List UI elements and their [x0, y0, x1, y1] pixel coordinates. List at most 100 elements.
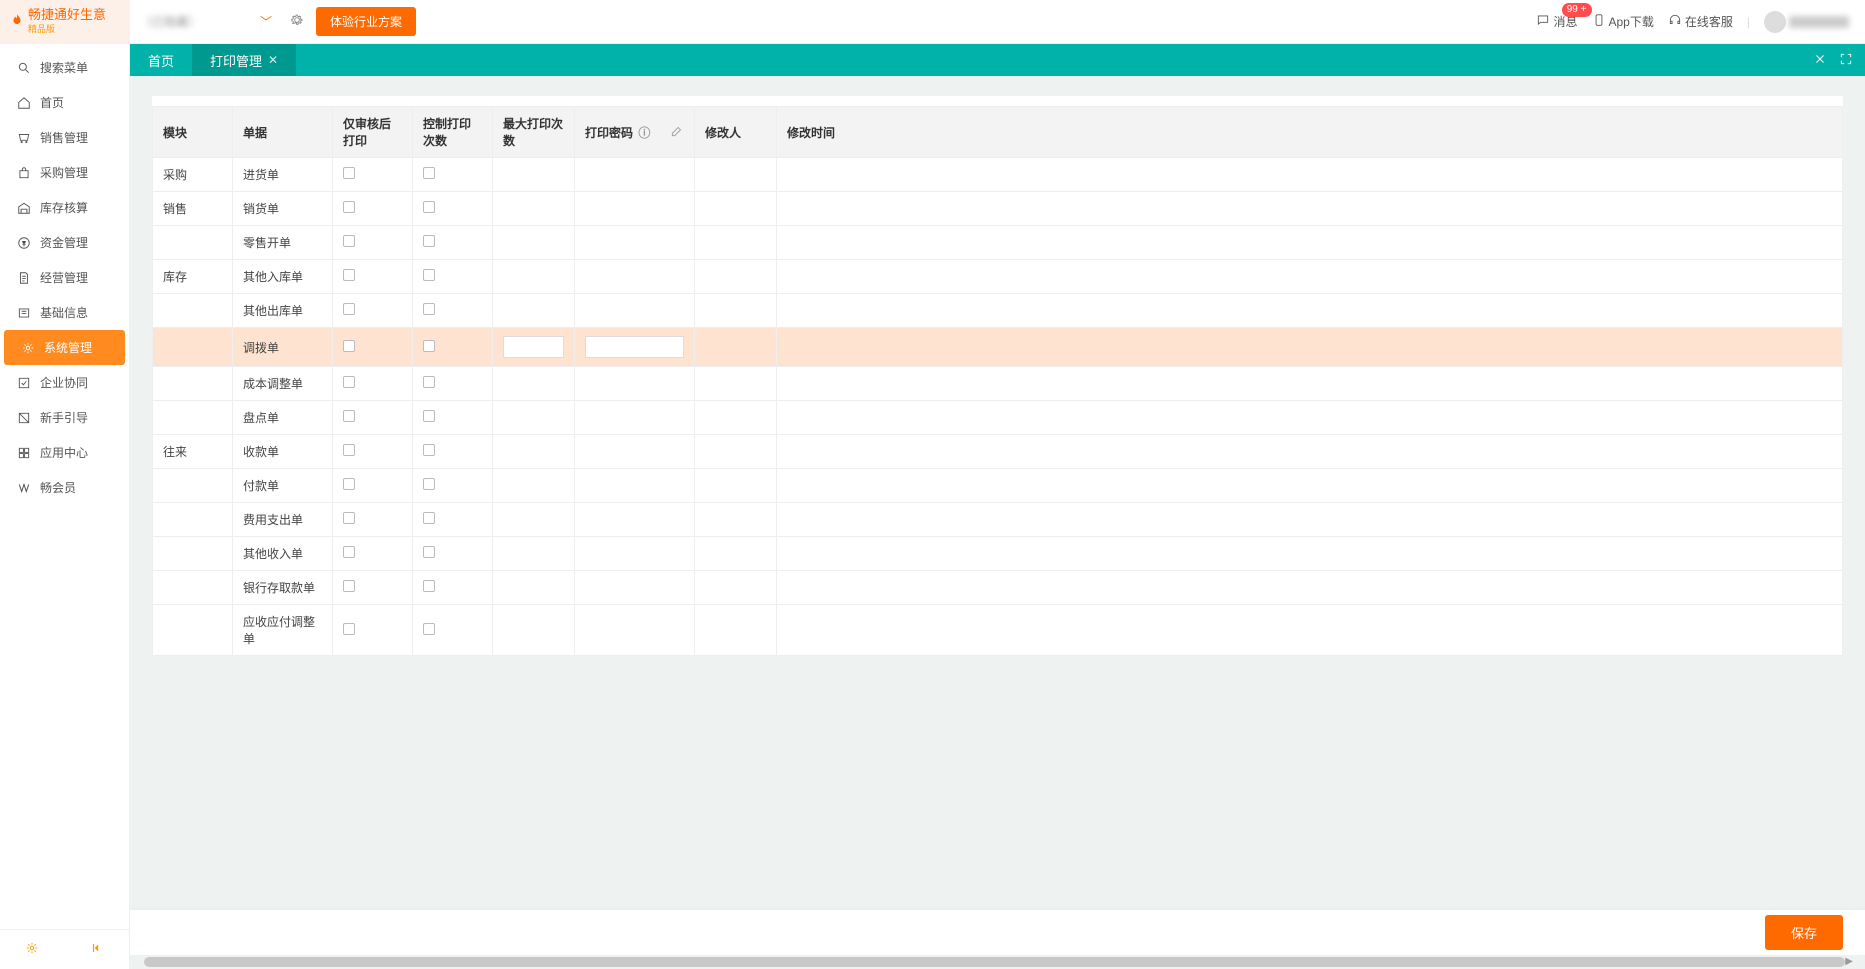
- ctrl-checkbox[interactable]: [423, 478, 435, 490]
- sidebar-item-11[interactable]: 应用中心: [0, 435, 129, 470]
- cell-modtime: [777, 192, 1843, 226]
- ctrl-checkbox[interactable]: [423, 623, 435, 635]
- sidebar-item-4[interactable]: 库存核算: [0, 190, 129, 225]
- sidebar-item-7[interactable]: 基础信息: [0, 295, 129, 330]
- audit-checkbox[interactable]: [343, 167, 355, 179]
- cell-max: [493, 294, 575, 328]
- cell-modby: [695, 158, 777, 192]
- ctrl-checkbox[interactable]: [423, 340, 435, 352]
- collapse-sidebar-icon[interactable]: [90, 941, 104, 958]
- sidebar-item-1[interactable]: 首页: [0, 85, 129, 120]
- avatar-icon: [1764, 11, 1786, 33]
- audit-checkbox[interactable]: [343, 303, 355, 315]
- cell-modtime: [777, 503, 1843, 537]
- ctrl-checkbox[interactable]: [423, 444, 435, 456]
- audit-checkbox[interactable]: [343, 410, 355, 422]
- cell-module: [153, 571, 233, 605]
- sidebar-item-0[interactable]: 搜索菜单: [0, 50, 129, 85]
- close-icon[interactable]: ✕: [268, 53, 278, 67]
- sidebar-item-10[interactable]: 新手引导: [0, 400, 129, 435]
- cell-modby: [695, 469, 777, 503]
- info-icon: [16, 306, 32, 320]
- scrollbar-thumb[interactable]: [144, 957, 1845, 967]
- cell-module: [153, 469, 233, 503]
- sidebar-item-12[interactable]: 畅会员: [0, 470, 129, 505]
- cell-doc: 其他入库单: [233, 260, 333, 294]
- cell-modtime: [777, 260, 1843, 294]
- close-all-tabs-icon[interactable]: [1813, 52, 1827, 69]
- cell-max: [493, 192, 575, 226]
- cell-ctrl: [413, 469, 493, 503]
- sidebar-item-8[interactable]: 系统管理: [4, 330, 125, 365]
- audit-checkbox[interactable]: [343, 546, 355, 558]
- user-menu[interactable]: [1764, 11, 1849, 33]
- audit-checkbox[interactable]: [343, 376, 355, 388]
- cell-doc: 银行存取款单: [233, 571, 333, 605]
- cell-modby: [695, 367, 777, 401]
- audit-checkbox[interactable]: [343, 623, 355, 635]
- cell-doc: 其他出库单: [233, 294, 333, 328]
- fullscreen-icon[interactable]: [1839, 52, 1853, 69]
- ctrl-checkbox[interactable]: [423, 269, 435, 281]
- cell-audit: [333, 401, 413, 435]
- cell-max: [493, 401, 575, 435]
- save-button[interactable]: 保存: [1765, 915, 1843, 950]
- cell-ctrl: [413, 537, 493, 571]
- audit-checkbox[interactable]: [343, 269, 355, 281]
- sidebar-item-5[interactable]: 资金管理: [0, 225, 129, 260]
- print-settings-panel: 模块 单据 仅审核后打印 控制打印次数 最大打印次数 打印密码 ⓘ: [152, 96, 1843, 656]
- ctrl-checkbox[interactable]: [423, 201, 435, 213]
- scrollbar-right-arrow-icon[interactable]: ▶: [1845, 956, 1853, 967]
- tenant-selector[interactable]: （已隐藏） ﹀: [130, 13, 282, 30]
- cell-modby: [695, 328, 777, 367]
- ctrl-checkbox[interactable]: [423, 580, 435, 592]
- sidebar-item-2[interactable]: 销售管理: [0, 120, 129, 155]
- table-row: 销售销货单: [153, 192, 1843, 226]
- cell-pwd: [575, 469, 695, 503]
- ctrl-checkbox[interactable]: [423, 235, 435, 247]
- main-area: 首页打印管理✕ 模块 单据 仅审核后打印: [130, 44, 1865, 969]
- cell-max: [493, 158, 575, 192]
- audit-checkbox[interactable]: [343, 580, 355, 592]
- help-icon[interactable]: ⓘ: [638, 126, 650, 140]
- cell-module: 往来: [153, 435, 233, 469]
- tab-label: 首页: [148, 51, 174, 70]
- cell-module: [153, 605, 233, 656]
- cell-pwd: [575, 401, 695, 435]
- cell-max: [493, 435, 575, 469]
- ctrl-checkbox[interactable]: [423, 512, 435, 524]
- ctrl-checkbox[interactable]: [423, 410, 435, 422]
- horizontal-scrollbar[interactable]: ▶: [144, 957, 1851, 967]
- audit-checkbox[interactable]: [343, 340, 355, 352]
- sidebar-item-9[interactable]: 企业协同: [0, 365, 129, 400]
- messages-link[interactable]: 消息 99 +: [1536, 13, 1577, 30]
- tab-1[interactable]: 打印管理✕: [192, 44, 296, 76]
- app-download-link[interactable]: App下载: [1592, 13, 1654, 30]
- audit-checkbox[interactable]: [343, 444, 355, 456]
- edit-icon[interactable]: [670, 124, 684, 141]
- cell-doc: 收款单: [233, 435, 333, 469]
- ctrl-checkbox[interactable]: [423, 546, 435, 558]
- sidebar-item-3[interactable]: 采购管理: [0, 155, 129, 190]
- search-icon: [16, 61, 32, 75]
- industry-plan-button[interactable]: 体验行业方案: [316, 7, 416, 36]
- settings-gear-icon[interactable]: [290, 13, 304, 30]
- footer-gear-icon[interactable]: [25, 941, 39, 958]
- ctrl-checkbox[interactable]: [423, 376, 435, 388]
- online-service-link[interactable]: 在线客服: [1668, 13, 1733, 30]
- ctrl-checkbox[interactable]: [423, 303, 435, 315]
- cell-max: [493, 328, 575, 367]
- audit-checkbox[interactable]: [343, 235, 355, 247]
- sidebar-item-6[interactable]: 经营管理: [0, 260, 129, 295]
- audit-checkbox[interactable]: [343, 201, 355, 213]
- ctrl-checkbox[interactable]: [423, 167, 435, 179]
- app-download-label: App下载: [1609, 13, 1654, 30]
- audit-checkbox[interactable]: [343, 478, 355, 490]
- audit-checkbox[interactable]: [343, 512, 355, 524]
- brand-logo[interactable]: 畅捷通好生意 精品版: [0, 0, 130, 44]
- password-input[interactable]: [585, 336, 684, 358]
- cell-doc: 其他收入单: [233, 537, 333, 571]
- cell-audit: [333, 294, 413, 328]
- tab-0[interactable]: 首页: [130, 44, 192, 76]
- max-count-input[interactable]: [503, 336, 564, 358]
